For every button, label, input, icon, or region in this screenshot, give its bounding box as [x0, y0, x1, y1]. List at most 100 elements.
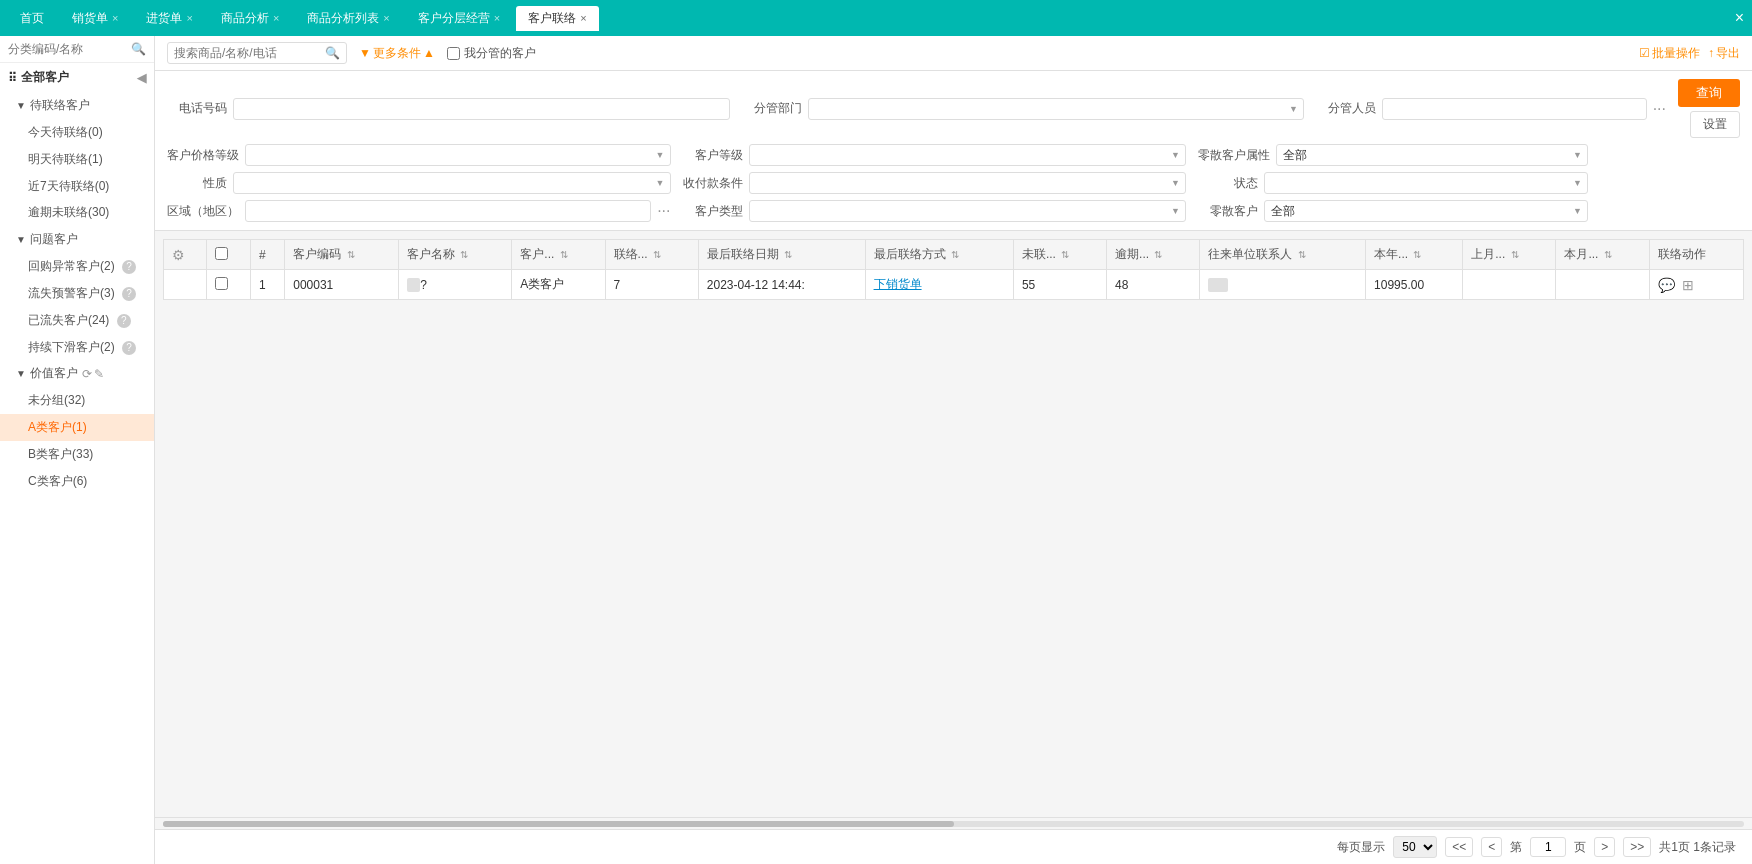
window-close-button[interactable]: × [1735, 9, 1744, 27]
th-code[interactable]: 客户编码 ⇅ [285, 240, 399, 270]
region-input[interactable] [245, 200, 651, 222]
tab-product-analysis[interactable]: 商品分析 × [209, 6, 291, 31]
td-code[interactable]: 000031 [285, 270, 399, 300]
th-this-month[interactable]: 本月... ⇅ [1556, 240, 1649, 270]
more-conditions-button[interactable]: ▼ 更多条件 ▲ [359, 45, 435, 62]
horizontal-scrollbar[interactable] [155, 817, 1752, 829]
sidebar-group-value[interactable]: ▼ 价值客户 ⟳ ✎ [0, 360, 154, 387]
tab-customer-contact[interactable]: 客户联络 × [516, 6, 598, 31]
th-this-year[interactable]: 本年... ⇅ [1366, 240, 1463, 270]
th-last-contact-date[interactable]: 最后联络日期 ⇅ [698, 240, 865, 270]
sidebar-collapse-icon[interactable]: ◀ [137, 71, 146, 85]
sidebar-item-repurchase-abnormal[interactable]: 回购异常客户(2) ? [0, 253, 154, 280]
sidebar-item-class-c[interactable]: C类客户(6) [0, 468, 154, 495]
close-sales-order-icon[interactable]: × [112, 12, 118, 24]
filter-row-3: 性质 收付款条件 状态 [167, 172, 1740, 194]
sidebar-item-ungrouped[interactable]: 未分组(32) [0, 387, 154, 414]
export-button[interactable]: ↑ 导出 [1708, 45, 1740, 62]
payment-label: 收付款条件 [683, 175, 743, 192]
sidebar-group-pending[interactable]: ▼ 待联络客户 [0, 92, 154, 119]
main-layout: 🔍 ⠿ 全部客户 ◀ ▼ 待联络客户 今天待联络(0) 明天待联络(1) 近7天… [0, 36, 1752, 864]
th-contact-count[interactable]: 联络... ⇅ [605, 240, 698, 270]
query-button[interactable]: 查询 [1678, 79, 1740, 107]
row-checkbox[interactable] [215, 277, 228, 290]
status-select[interactable] [1264, 172, 1588, 194]
next-page-button[interactable]: > [1594, 837, 1615, 857]
department-label: 分管部门 [742, 100, 802, 117]
phone-field: 电话号码 [167, 98, 730, 120]
qr-icon[interactable]: ⊞ [1682, 277, 1694, 293]
th-name[interactable]: 客户名称 ⇅ [398, 240, 512, 270]
td-this-year: 10995.00 [1366, 270, 1463, 300]
region-more-icon[interactable]: ··· [657, 203, 670, 219]
retail-attr-select[interactable]: 全部 [1276, 144, 1588, 166]
customer-grade-select[interactable] [749, 144, 1187, 166]
department-select[interactable] [808, 98, 1305, 120]
setting-button[interactable]: 设置 [1690, 111, 1740, 138]
prev-page-button[interactable]: < [1481, 837, 1502, 857]
first-page-button[interactable]: << [1445, 837, 1473, 857]
settings-gear-icon[interactable]: ⚙ [172, 247, 185, 263]
main-search-input[interactable] [174, 46, 321, 60]
close-customer-contact-icon[interactable]: × [580, 12, 586, 24]
td-last-contact-method[interactable]: 下销货单 [865, 270, 1013, 300]
nature-select[interactable] [233, 172, 671, 194]
manager-input[interactable] [1382, 98, 1647, 120]
arrow-icon: ▼ [16, 100, 26, 111]
last-page-button[interactable]: >> [1623, 837, 1651, 857]
refresh-icon[interactable]: ⟳ [82, 367, 92, 381]
content-area: 🔍 ▼ 更多条件 ▲ 我分管的客户 ☑ 批量操作 ↑ 导出 [155, 36, 1752, 864]
chat-icon[interactable]: 💬 [1658, 277, 1675, 293]
price-grade-select[interactable] [245, 144, 671, 166]
filter-actions: ☑ 批量操作 ↑ 导出 [1639, 45, 1740, 62]
search-container: 🔍 [167, 42, 347, 64]
td-index: 1 [250, 270, 284, 300]
select-all-checkbox[interactable] [215, 247, 228, 260]
contact-method-link[interactable]: 下销货单 [874, 277, 922, 291]
close-purchase-icon[interactable]: × [186, 12, 192, 24]
sidebar-item-tomorrow-pending[interactable]: 明天待联络(1) [0, 146, 154, 173]
contact-person-masked [1208, 278, 1228, 292]
close-product-analysis-icon[interactable]: × [273, 12, 279, 24]
all-customers-header[interactable]: ⠿ 全部客户 ◀ [0, 63, 154, 92]
tab-home[interactable]: 首页 [8, 6, 56, 31]
th-overdue[interactable]: 逾期... ⇅ [1107, 240, 1200, 270]
customer-type-label: 客户类型 [683, 203, 743, 220]
batch-operation-button[interactable]: ☑ 批量操作 [1639, 45, 1700, 62]
my-customers-checkbox[interactable] [447, 47, 460, 60]
th-not-contacted[interactable]: 未联... ⇅ [1013, 240, 1106, 270]
page-number-input[interactable] [1530, 837, 1566, 857]
main-search-icon[interactable]: 🔍 [325, 46, 340, 60]
retail-customer-select[interactable]: 全部 [1264, 200, 1588, 222]
sidebar-search-input[interactable] [8, 42, 127, 56]
sidebar-group-problem[interactable]: ▼ 问题客户 [0, 226, 154, 253]
sidebar-search-icon[interactable]: 🔍 [131, 42, 146, 56]
sidebar-item-class-b[interactable]: B类客户(33) [0, 441, 154, 468]
sidebar-item-declining[interactable]: 持续下滑客户(2) ? [0, 334, 154, 361]
sidebar-item-churned[interactable]: 已流失客户(24) ? [0, 307, 154, 334]
tab-customer-segment[interactable]: 客户分层经营 × [406, 6, 512, 31]
sidebar-item-class-a[interactable]: A类客户(1) [0, 414, 154, 441]
th-customer-type[interactable]: 客户... ⇅ [512, 240, 605, 270]
sidebar-item-overdue-pending[interactable]: 逾期未联络(30) [0, 199, 154, 226]
close-customer-segment-icon[interactable]: × [494, 12, 500, 24]
scrollbar-thumb[interactable] [163, 821, 954, 827]
th-last-contact-method[interactable]: 最后联络方式 ⇅ [865, 240, 1013, 270]
tab-purchase-order[interactable]: 进货单 × [134, 6, 204, 31]
manager-more-icon[interactable]: ··· [1653, 101, 1666, 117]
th-settings[interactable]: ⚙ [164, 240, 207, 270]
page-size-select[interactable]: 50 [1393, 836, 1437, 858]
customer-type-select[interactable] [749, 200, 1187, 222]
tab-product-analysis-list[interactable]: 商品分析列表 × [295, 6, 401, 31]
tab-sales-order[interactable]: 销货单 × [60, 6, 130, 31]
sidebar-item-week-pending[interactable]: 近7天待联络(0) [0, 173, 154, 200]
close-product-list-icon[interactable]: × [383, 12, 389, 24]
edit-icon[interactable]: ✎ [94, 367, 104, 381]
sidebar-item-churn-warning[interactable]: 流失预警客户(3) ? [0, 280, 154, 307]
th-last-month[interactable]: 上月... ⇅ [1463, 240, 1556, 270]
sidebar-item-today-pending[interactable]: 今天待联络(0) [0, 119, 154, 146]
department-field: 分管部门 [742, 98, 1305, 120]
phone-input[interactable] [233, 98, 730, 120]
th-contact-person[interactable]: 往来单位联系人 ⇅ [1200, 240, 1366, 270]
payment-select[interactable] [749, 172, 1187, 194]
